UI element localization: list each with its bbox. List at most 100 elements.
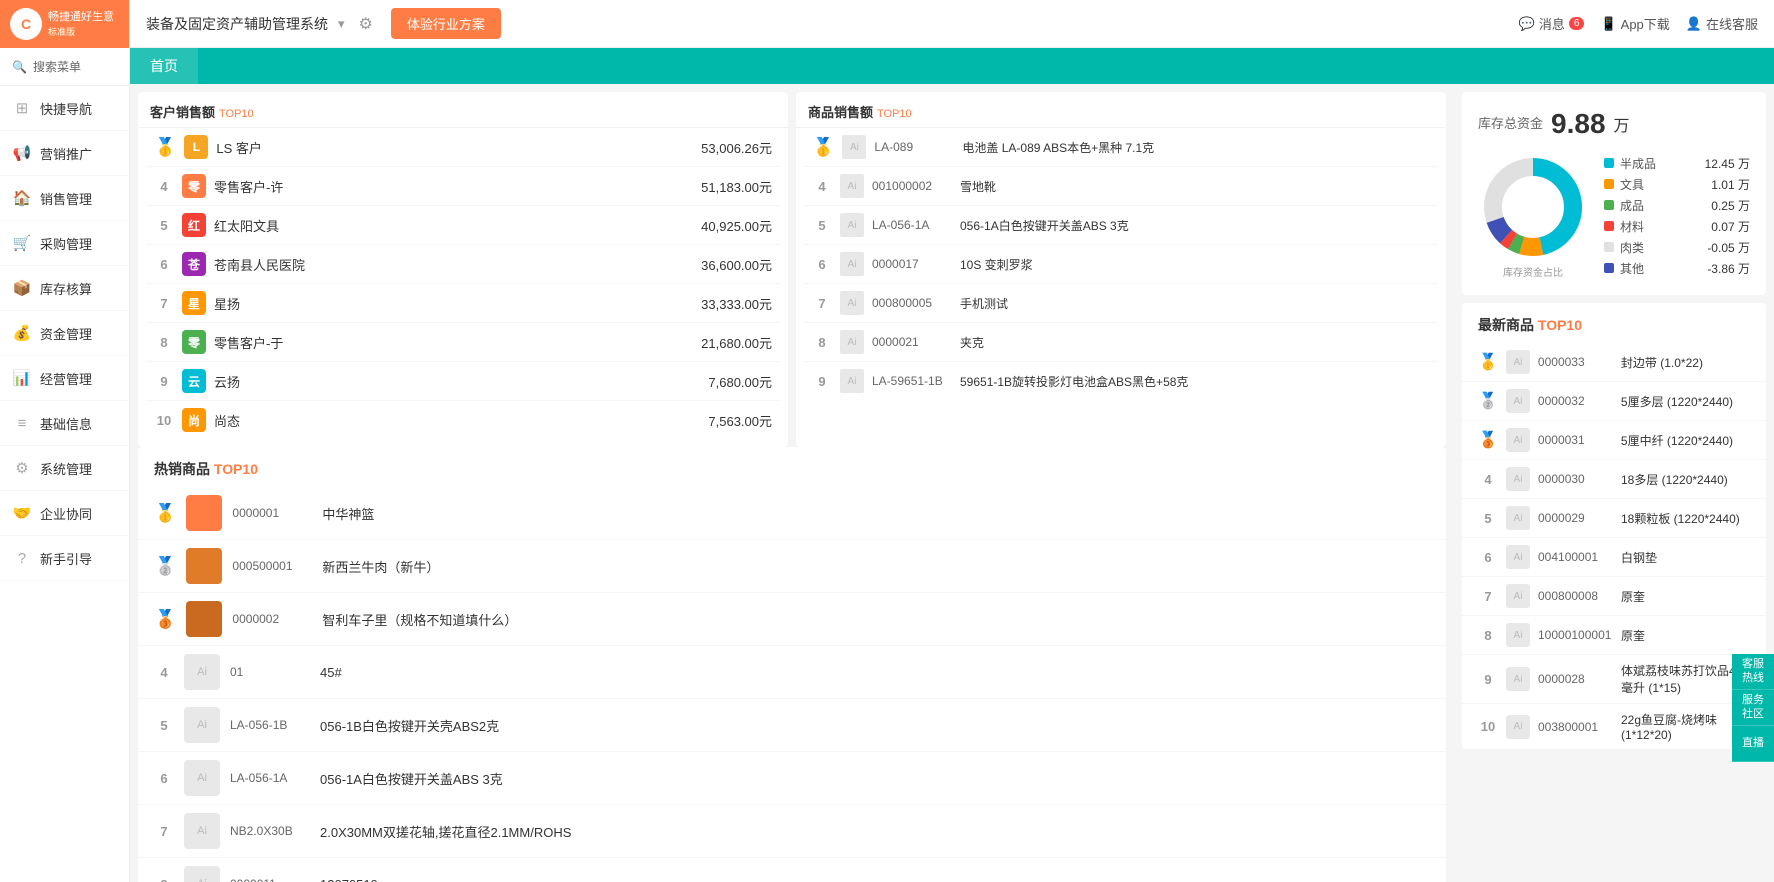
- sidebar-item-label: 新手引导: [40, 549, 92, 568]
- marketing-icon: 📢: [12, 143, 32, 163]
- sidebar-item-operations[interactable]: 📊 经营管理: [0, 356, 129, 401]
- table-row: 8 零 零售客户-于 21,680.00元: [146, 323, 780, 362]
- table-row: 🥇 Ai LA-089 电池盖 LA-089 ABS本色+黑种 7.1克: [804, 128, 1438, 167]
- product-name: 10S 变刺罗浆: [960, 256, 1430, 273]
- legend-dot: [1604, 200, 1614, 210]
- quicknav-icon: ⊞: [12, 98, 32, 118]
- rank-num: 5: [154, 218, 174, 233]
- table-row: 7 Ai 000800005 手机测试: [804, 284, 1438, 323]
- enterprise-icon: 🤝: [12, 503, 32, 523]
- sidebar-search[interactable]: 🔍 搜索菜单: [0, 48, 129, 86]
- float-btn-community[interactable]: 服务社区: [1732, 690, 1774, 726]
- sidebar-item-basic-info[interactable]: ≡ 基础信息: [0, 401, 129, 446]
- product-code: 0000017: [872, 257, 952, 271]
- legend-dot: [1604, 221, 1614, 231]
- sidebar-item-quicknav[interactable]: ⊞ 快捷导航: [0, 86, 129, 131]
- float-btn-service[interactable]: 客服热线: [1732, 654, 1774, 690]
- sidebar-logo: C 畅捷通好生意 标准版: [0, 0, 129, 48]
- rank-num: 4: [154, 179, 174, 194]
- rank-badge: 零: [182, 330, 206, 354]
- sidebar-item-system[interactable]: ⚙ 系统管理: [0, 446, 129, 491]
- sidebar-item-enterprise[interactable]: 🤝 企业协同: [0, 491, 129, 536]
- product-image: Ai: [1506, 667, 1530, 691]
- topbar-title: 装备及固定资产辅助管理系统: [146, 14, 328, 34]
- hot-products-subtitle: TOP10: [214, 461, 258, 477]
- new-products-panel: 最新商品 TOP10 🥇 Ai 0000033 封边带 (1.0*22) 🥈 A…: [1462, 303, 1766, 749]
- online-service-button[interactable]: 👤 在线客服: [1686, 14, 1758, 33]
- sidebar-item-purchase[interactable]: 🛒 采购管理: [0, 221, 129, 266]
- legend-item: 材料 0.07 万: [1604, 218, 1750, 235]
- product-name: 体斌荔枝味苏打饮品400毫升 (1*15): [1621, 662, 1750, 696]
- product-image: Ai: [184, 707, 220, 743]
- medal-icon: 🥈: [154, 556, 176, 577]
- product-code: 0000033: [1538, 355, 1613, 369]
- hot-products-title: 热销商品 TOP10: [138, 447, 1446, 487]
- donut-svg: [1478, 152, 1588, 262]
- rank-num: 7: [154, 824, 174, 839]
- sidebar-item-sales[interactable]: 🏠 销售管理: [0, 176, 129, 221]
- logo-icon: C: [10, 8, 42, 40]
- search-icon: 🔍: [12, 60, 27, 74]
- product-name: 封边带 (1.0*22): [1621, 354, 1750, 371]
- legend-name: 其他: [1620, 260, 1701, 277]
- product-code: 001000002: [872, 179, 952, 193]
- sidebar-item-label: 销售管理: [40, 189, 92, 208]
- list-item: 🥈 000500001 新西兰牛肉（新牛）: [138, 540, 1446, 593]
- float-btn-live[interactable]: 直播: [1732, 726, 1774, 762]
- sidebar-item-label: 系统管理: [40, 459, 92, 478]
- rank-num: 5: [1478, 511, 1498, 526]
- customer-ranking-panel: 客户销售额TOP10 🥇 L LS 客户 53,006.26元 4 零 零售: [138, 92, 788, 447]
- table-row: 9 Ai LA-59651-1B 59651-1B旋转投影灯电池盒ABS黑色+5…: [804, 362, 1438, 400]
- rank-name: 云扬: [214, 372, 700, 391]
- tab-home[interactable]: 首页: [130, 48, 198, 84]
- sidebar-item-beginner[interactable]: ? 新手引导: [0, 536, 129, 581]
- rank-num: 4: [812, 179, 832, 194]
- product-code: 0000031: [1538, 433, 1613, 447]
- product-name: 59651-1B旋转投影灯电池盒ABS黑色+58克: [960, 373, 1430, 390]
- product-code: 000800008: [1538, 589, 1613, 603]
- operations-icon: 📊: [12, 368, 32, 388]
- sidebar-item-inventory[interactable]: 📦 库存核算: [0, 266, 129, 311]
- message-button[interactable]: 💬 消息 6: [1519, 14, 1585, 33]
- product-code: 0000028: [1538, 672, 1613, 686]
- medal-icon: 🥇: [154, 503, 176, 524]
- new-products-subtitle: TOP10: [1538, 317, 1582, 333]
- product-ranking-title: 商品销售额TOP10: [796, 92, 1446, 128]
- rank-num: 8: [812, 335, 832, 350]
- product-image: Ai: [184, 813, 220, 849]
- rank-badge: 苍: [182, 252, 206, 276]
- float-buttons: 客服热线 服务社区 直播: [1732, 654, 1774, 762]
- product-image: Ai: [1506, 350, 1530, 374]
- product-name: 原奎: [1621, 588, 1750, 605]
- sidebar-item-label: 企业协同: [40, 504, 92, 523]
- product-code: LA-056-1A: [872, 218, 952, 232]
- app-download-button[interactable]: 📱 App下载: [1600, 14, 1669, 33]
- rank-num: 8: [154, 877, 174, 882]
- product-name: 白钢垫: [1621, 549, 1750, 566]
- rank-num: 7: [1478, 589, 1498, 604]
- rank-name: LS 客户: [216, 138, 693, 157]
- message-icon: 💬: [1519, 16, 1535, 32]
- product-code: LA-056-1B: [230, 718, 310, 732]
- sidebar-item-finance[interactable]: 💰 资金管理: [0, 311, 129, 356]
- product-code: 0000002: [232, 612, 312, 626]
- customer-ranking-title: 客户销售额TOP10: [138, 92, 788, 128]
- product-image: Ai: [840, 252, 864, 276]
- table-row: 8 Ai 0000021 夹克: [804, 323, 1438, 362]
- list-item: 5 Ai 0000029 18颗粒板 (1220*2440): [1462, 499, 1766, 538]
- product-name: 18颗粒板 (1220*2440): [1621, 510, 1750, 527]
- product-name: 056-1A白色按键开关盖ABS 3克: [960, 217, 1430, 234]
- product-image: [186, 495, 222, 531]
- rank-amount: 7,680.00元: [708, 372, 772, 391]
- table-row: 4 零 零售客户-许 51,183.00元: [146, 167, 780, 206]
- legend-dot: [1604, 179, 1614, 189]
- legend-value: 12.45 万: [1705, 155, 1750, 172]
- product-code: 0000011: [230, 877, 310, 882]
- product-image: Ai: [840, 291, 864, 315]
- topbar-gear-icon[interactable]: ⚙: [359, 14, 373, 34]
- content-area: 客户销售额TOP10 🥇 L LS 客户 53,006.26元 4 零 零售: [130, 84, 1774, 882]
- sidebar-item-marketing[interactable]: 📢 营销推广: [0, 131, 129, 176]
- trial-button[interactable]: 体验行业方案: [391, 8, 501, 39]
- topbar-dropdown-arrow[interactable]: ▾: [338, 16, 345, 32]
- inventory-unit: 万: [1614, 112, 1630, 136]
